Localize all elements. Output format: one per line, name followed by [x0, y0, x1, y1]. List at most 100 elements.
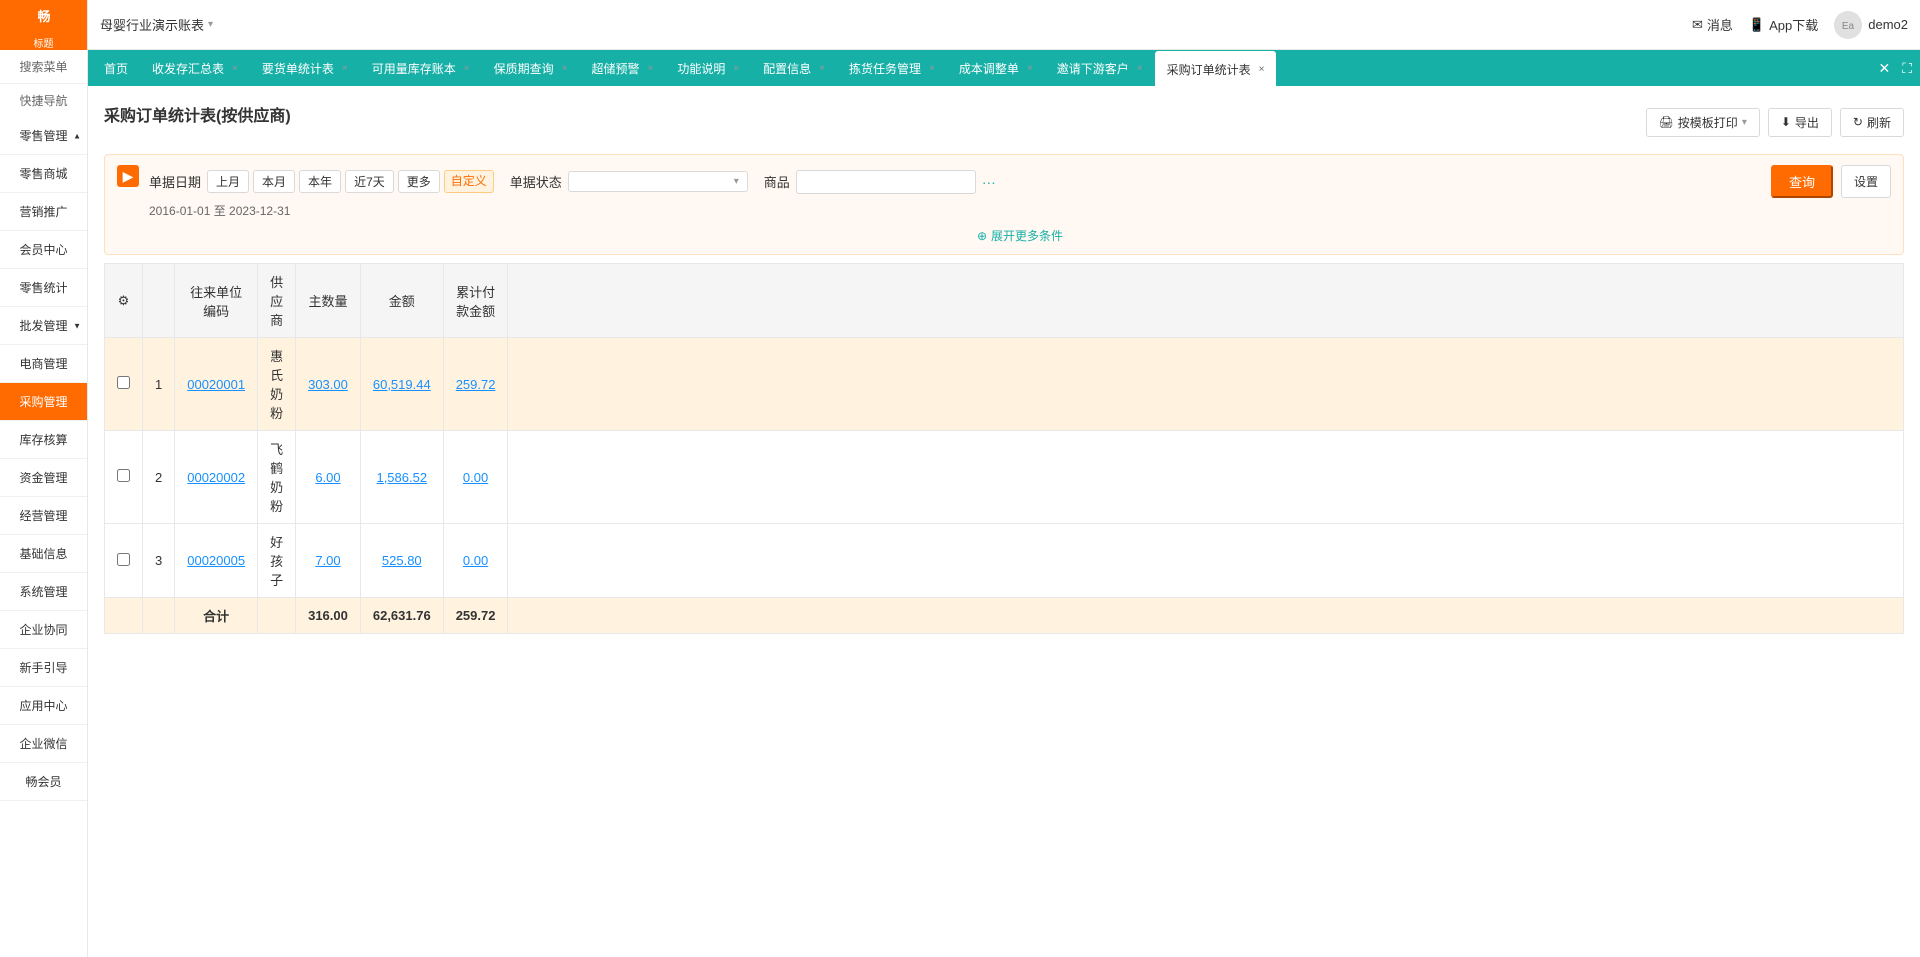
- col-amount-header: 金额: [360, 264, 443, 338]
- sidebar-item-system[interactable]: 系统管理: [0, 573, 87, 611]
- tab-close-icon[interactable]: ×: [1137, 63, 1143, 74]
- export-button[interactable]: ⬇ 导出: [1768, 108, 1832, 137]
- refresh-button[interactable]: ↻ 刷新: [1840, 108, 1904, 137]
- settings-button[interactable]: 设置: [1841, 165, 1891, 198]
- tab-close-icon[interactable]: ×: [647, 63, 653, 74]
- sidebar-item-newbie[interactable]: 新手引导: [0, 649, 87, 687]
- topbar-message[interactable]: ✉ 消息: [1692, 15, 1733, 34]
- btn-more-date[interactable]: 更多: [398, 170, 440, 193]
- tab-yaoqing[interactable]: 邀请下游客户 ×: [1045, 50, 1155, 86]
- row-amount-1[interactable]: 1,586.52: [360, 431, 443, 524]
- topbar-app-download[interactable]: 📱 App下载: [1749, 15, 1818, 34]
- btn-this-year[interactable]: 本年: [299, 170, 341, 193]
- sidebar: 畅 标题 搜索菜单 快捷导航 零售管理 ▲ 零售商城 营销推广 会员中心 零售统…: [0, 0, 88, 957]
- row-code-2[interactable]: 00020005: [175, 524, 258, 598]
- tab-close-icon[interactable]: ×: [733, 63, 739, 74]
- goods-more-btn[interactable]: ···: [982, 174, 996, 190]
- btn-7days[interactable]: 近7天: [345, 170, 394, 193]
- col-settings[interactable]: ⚙: [105, 264, 143, 338]
- sidebar-item-entweixin[interactable]: 企业微信: [0, 725, 87, 763]
- expand-more-row: ⊕ 展开更多条件: [149, 227, 1891, 244]
- expand-arrow-btn[interactable]: ▶: [117, 165, 139, 187]
- topbar-user[interactable]: Ea demo2: [1834, 11, 1908, 39]
- row-extra-2: [508, 524, 1904, 598]
- tabbar-close-btn[interactable]: ✕: [1874, 56, 1894, 81]
- tabbar-maximize-btn[interactable]: ⛶: [1898, 56, 1916, 81]
- tab-close-icon[interactable]: ×: [1027, 63, 1033, 74]
- row-amount-0[interactable]: 60,519.44: [360, 338, 443, 431]
- tab-peizhi[interactable]: 配置信息 ×: [751, 50, 837, 86]
- tab-shoufaquhui[interactable]: 收发存汇总表 ×: [140, 50, 250, 86]
- tab-close-icon[interactable]: ×: [342, 63, 348, 74]
- sidebar-item-basic[interactable]: 基础信息: [0, 535, 87, 573]
- tab-close-icon[interactable]: ×: [819, 63, 825, 74]
- sidebar-search[interactable]: 搜索菜单: [0, 50, 87, 84]
- topbar-dropdown[interactable]: 母婴行业演示账表 ▾: [100, 15, 213, 34]
- row-paid-2[interactable]: 0.00: [443, 524, 508, 598]
- sidebar-item-vip[interactable]: 畅会员: [0, 763, 87, 801]
- tab-chenben[interactable]: 成本调整单 ×: [947, 50, 1045, 86]
- footer-label: 合计: [175, 598, 258, 634]
- row-check-0[interactable]: [105, 338, 143, 431]
- goods-input[interactable]: [796, 170, 976, 194]
- tab-close-icon[interactable]: ×: [464, 63, 470, 74]
- row-checkbox-1[interactable]: [117, 469, 130, 482]
- footer-paid: 259.72: [443, 598, 508, 634]
- sidebar-item-retail-stat[interactable]: 零售统计: [0, 269, 87, 307]
- query-button[interactable]: 查询: [1771, 165, 1833, 198]
- row-extra-1: [508, 431, 1904, 524]
- tabbar: 首页 收发存汇总表 × 要货单统计表 × 可用量库存账本 × 保质期查询 × 超…: [88, 50, 1920, 86]
- tab-keyongliang[interactable]: 可用量库存账本 ×: [360, 50, 482, 86]
- row-paid-0[interactable]: 259.72: [443, 338, 508, 431]
- status-select[interactable]: ▾: [568, 171, 748, 192]
- row-amount-2[interactable]: 525.80: [360, 524, 443, 598]
- row-supplier-2: 好孩子: [258, 524, 296, 598]
- row-checkbox-0[interactable]: [117, 376, 130, 389]
- sidebar-quick-nav[interactable]: 快捷导航: [0, 84, 87, 117]
- print-dropdown-icon[interactable]: ▾: [1742, 117, 1747, 128]
- tab-close-icon[interactable]: ×: [562, 63, 568, 74]
- tab-yaohuo[interactable]: 要货单统计表 ×: [250, 50, 360, 86]
- tab-close-icon[interactable]: ×: [929, 63, 935, 74]
- footer-num: [143, 598, 175, 634]
- row-qty-0[interactable]: 303.00: [296, 338, 361, 431]
- row-check-2[interactable]: [105, 524, 143, 598]
- btn-this-month[interactable]: 本月: [253, 170, 295, 193]
- row-check-1[interactable]: [105, 431, 143, 524]
- sidebar-item-marketing[interactable]: 营销推广: [0, 193, 87, 231]
- sidebar-item-wholesale[interactable]: 批发管理 ▼: [0, 307, 87, 345]
- sidebar-item-inventory[interactable]: 库存核算: [0, 421, 87, 459]
- sidebar-item-retail-shop[interactable]: 零售商城: [0, 155, 87, 193]
- print-icon: 🖨: [1659, 115, 1674, 129]
- row-paid-1[interactable]: 0.00: [443, 431, 508, 524]
- tab-baozhiqi[interactable]: 保质期查询 ×: [482, 50, 580, 86]
- tab-shougourenwu[interactable]: 拣货任务管理 ×: [837, 50, 947, 86]
- tab-close-active-icon[interactable]: ×: [1259, 64, 1265, 75]
- tab-caigou[interactable]: 采购订单统计表 ×: [1155, 51, 1277, 86]
- col-supplier-header: 供应商: [258, 264, 296, 338]
- sidebar-item-enterprise[interactable]: 企业协同: [0, 611, 87, 649]
- footer-qty: 316.00: [296, 598, 361, 634]
- row-code-0[interactable]: 00020001: [175, 338, 258, 431]
- btn-last-month[interactable]: 上月: [207, 170, 249, 193]
- sidebar-item-purchase[interactable]: 采购管理: [0, 383, 87, 421]
- tab-home[interactable]: 首页: [92, 50, 140, 86]
- sidebar-item-appcenter[interactable]: 应用中心: [0, 687, 87, 725]
- sidebar-item-ecommerce[interactable]: 电商管理: [0, 345, 87, 383]
- sidebar-item-member[interactable]: 会员中心: [0, 231, 87, 269]
- print-button[interactable]: 🖨 按模板打印 ▾: [1646, 108, 1760, 137]
- tab-chaochuyujing[interactable]: 超储预警 ×: [579, 50, 665, 86]
- tab-gongnengshuo[interactable]: 功能说明 ×: [665, 50, 751, 86]
- row-qty-1[interactable]: 6.00: [296, 431, 361, 524]
- row-num-1: 2: [143, 431, 175, 524]
- row-checkbox-2[interactable]: [117, 553, 130, 566]
- tab-close-icon[interactable]: ×: [232, 63, 238, 74]
- sidebar-item-retail[interactable]: 零售管理 ▲: [0, 117, 87, 155]
- sidebar-item-capital[interactable]: 资金管理: [0, 459, 87, 497]
- row-qty-2[interactable]: 7.00: [296, 524, 361, 598]
- expand-more-btn[interactable]: ⊕ 展开更多条件: [977, 227, 1063, 244]
- sidebar-item-ops[interactable]: 经营管理: [0, 497, 87, 535]
- row-code-1[interactable]: 00020002: [175, 431, 258, 524]
- filter-goods-item: 商品 ···: [764, 170, 996, 194]
- settings-col-icon[interactable]: ⚙: [117, 293, 130, 309]
